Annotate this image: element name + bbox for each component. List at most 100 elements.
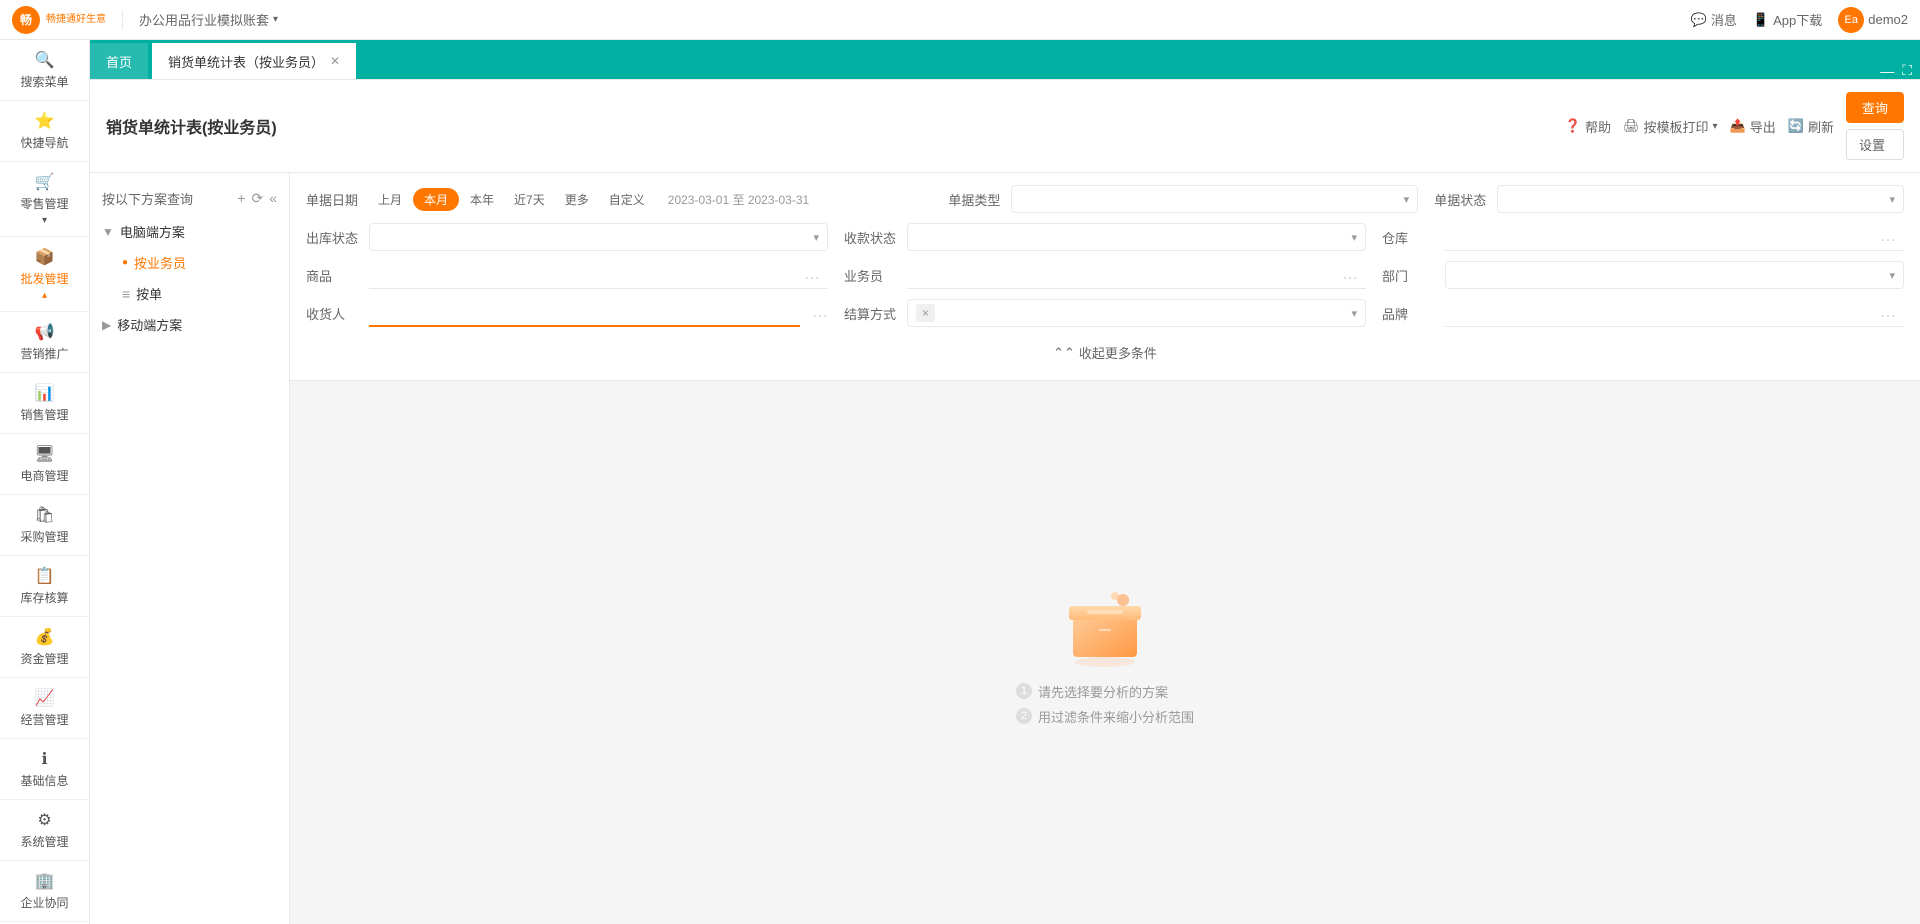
sidebar-item-sales[interactable]: 📊 销售管理 [0,373,89,434]
filter-department-label: 部门 [1382,266,1437,285]
filter-brand-select[interactable]: … [1445,299,1904,327]
filter-warehouse-select[interactable]: … [1445,223,1904,251]
tree-item-desktop[interactable]: ▼ 电脑端方案 [90,216,289,247]
filter-payment-tag-close[interactable]: × [922,306,929,320]
brand-dots-icon[interactable]: … [1880,304,1896,322]
tree-sub-item-order[interactable]: ≡ 按单 [90,278,289,309]
sidebar-item-wholesale-label: 批发管理 [4,270,85,287]
tree-salesperson-icon: ● [122,257,128,268]
tree-item-mobile[interactable]: ▶ 移动端方案 [90,309,289,340]
finance-icon: 💰 [4,627,85,647]
filter-area: 单据日期 上月 本月 本年 近7天 更多 自定义 2023-03-01 至 20… [290,173,1920,381]
user-menu[interactable]: Ea demo2 [1838,7,1908,33]
sidebar-item-ecommerce[interactable]: 🖥 电商管理 [0,434,89,495]
left-panel-header: 按以下方案查询 + ⟳ « [90,181,289,216]
sidebar-item-search-label: 搜索菜单 [4,73,85,90]
left-panel-refresh-icon[interactable]: ⟳ [251,190,263,207]
tab-sales-report[interactable]: 销货单统计表（按业务员） ✕ [152,43,356,79]
filter-goods-item: 商品 … [306,261,828,289]
hint-num-1: 1 [1016,683,1032,699]
sidebar-item-stock[interactable]: 📋 库存核算 [0,556,89,617]
salesperson-dots-icon[interactable]: … [1342,266,1358,284]
left-panel-add-icon[interactable]: + [237,190,245,207]
query-button[interactable]: 查询 [1846,92,1904,123]
date-btn-last-month[interactable]: 上月 [369,188,411,211]
refresh-button[interactable]: 🔄 刷新 [1788,117,1834,136]
filter-out-status-label: 出库状态 [306,228,361,247]
help-icon: ❓ [1565,118,1581,134]
date-btn-7days[interactable]: 近7天 [505,188,554,211]
filter-consignee-input[interactable] [369,299,800,327]
help-button[interactable]: ❓ 帮助 [1565,117,1611,136]
sidebar-item-operations[interactable]: 📈 经营管理 [0,678,89,739]
content-area: 首页 销货单统计表（按业务员） ✕ — ⛶ 销货单统计表(按业务员) ❓ 帮助 [90,40,1920,924]
system-icon: ⚙ [4,810,85,830]
filter-payment-select[interactable]: × ▾ [907,299,1366,327]
date-btn-more[interactable]: 更多 [556,188,598,211]
consignee-dots-icon[interactable]: … [812,304,828,322]
sidebar-item-purchase[interactable]: 🛍 采购管理 [0,495,89,556]
query-set-buttons: 查询 设置 [1846,92,1904,160]
app-selector[interactable]: 办公用品行业模拟账套 ▾ [139,10,278,29]
date-btn-this-month[interactable]: 本月 [413,188,459,211]
filter-receipt-status-item: 收款状态 ▾ [844,223,1366,251]
data-area: 1 请先选择要分析的方案 2 用过滤条件来缩小分析范围 [290,381,1920,924]
app-download-button[interactable]: 📱 App下载 [1753,10,1822,29]
tab-home[interactable]: 首页 [90,43,148,79]
message-button[interactable]: 💬 消息 [1691,10,1737,29]
filter-goods-select[interactable]: … [369,261,828,289]
filter-salesperson-label: 业务员 [844,266,899,285]
filter-salesperson-item: 业务员 … [844,261,1366,289]
settings-button[interactable]: 设置 [1846,129,1904,160]
filter-row-2: 出库状态 ▾ 收款状态 ▾ [306,223,1904,251]
doc-status-chevron-icon: ▾ [1889,193,1895,206]
header-left: 畅 畅捷通好生意 办公用品行业模拟账套 ▾ [12,6,278,34]
filter-doc-status-select[interactable]: ▾ [1497,185,1904,213]
user-name: demo2 [1868,12,1908,27]
collapse-button[interactable]: ⌃⌃ 收起更多条件 [1047,337,1163,368]
tab-maximize-icon[interactable]: ⛶ [1902,62,1912,79]
tab-close-icon[interactable]: ✕ [330,54,340,68]
warehouse-dots-icon[interactable]: … [1880,228,1896,246]
sidebar-item-retail[interactable]: 🛒 零售管理 ▾ [0,162,89,237]
export-button[interactable]: 📤 导出 [1730,117,1776,136]
refresh-icon: 🔄 [1788,118,1804,134]
sidebar-item-basic-info-label: 基础信息 [4,772,85,789]
sidebar-item-purchase-label: 采购管理 [4,528,85,545]
filter-warehouse-label: 仓库 [1382,228,1437,247]
sidebar-item-enterprise[interactable]: 🏢 企业协同 [0,861,89,922]
sidebar-item-wholesale[interactable]: 📦 批发管理 ▴ [0,237,89,312]
filter-salesperson-select[interactable]: … [907,261,1366,289]
filter-payment-tag: × [916,304,935,322]
collapse-row: ⌃⌃ 收起更多条件 [306,337,1904,368]
left-panel-collapse-icon[interactable]: « [269,190,277,207]
filter-date-item: 单据日期 上月 本月 本年 近7天 更多 自定义 2023-03-01 至 20… [306,188,932,211]
basic-info-icon: ℹ [4,749,85,769]
print-button[interactable]: 🖨 按模板打印 ▾ [1623,117,1718,136]
collapse-label: 收起更多条件 [1079,343,1157,362]
out-status-chevron-icon: ▾ [813,231,819,244]
filter-department-select[interactable]: ▾ [1445,261,1904,289]
filter-receipt-status-select[interactable]: ▾ [907,223,1366,251]
filter-doc-status-label: 单据状态 [1434,190,1489,209]
sidebar-item-system[interactable]: ⚙ 系统管理 [0,800,89,861]
page-actions: ❓ 帮助 🖨 按模板打印 ▾ 📤 导出 🔄 刷新 查询 [1565,92,1904,160]
sidebar-item-finance[interactable]: 💰 资金管理 [0,617,89,678]
tree-sub-item-salesperson[interactable]: ● 按业务员 [90,247,289,278]
sidebar-item-basic-info[interactable]: ℹ 基础信息 [0,739,89,800]
filter-goods-label: 商品 [306,266,361,285]
date-btn-this-year[interactable]: 本年 [461,188,503,211]
goods-dots-icon[interactable]: … [804,266,820,284]
app-selector-text: 办公用品行业模拟账套 [139,10,269,29]
filter-out-status-item: 出库状态 ▾ [306,223,828,251]
filter-date-label: 单据日期 [306,190,361,209]
sidebar-item-marketing[interactable]: 📢 营销推广 [0,312,89,373]
filter-doc-type-select[interactable]: ▾ [1011,185,1418,213]
sidebar-item-quick-nav[interactable]: ⭐ 快捷导航 [0,101,89,162]
filter-out-status-select[interactable]: ▾ [369,223,828,251]
tree-mobile-arrow-icon: ▶ [102,318,111,332]
wholesale-icon: 📦 [4,247,85,267]
tab-minimize-icon[interactable]: — [1880,63,1894,79]
date-btn-custom[interactable]: 自定义 [600,188,654,211]
sidebar-item-search[interactable]: 🔍 搜索菜单 [0,40,89,101]
